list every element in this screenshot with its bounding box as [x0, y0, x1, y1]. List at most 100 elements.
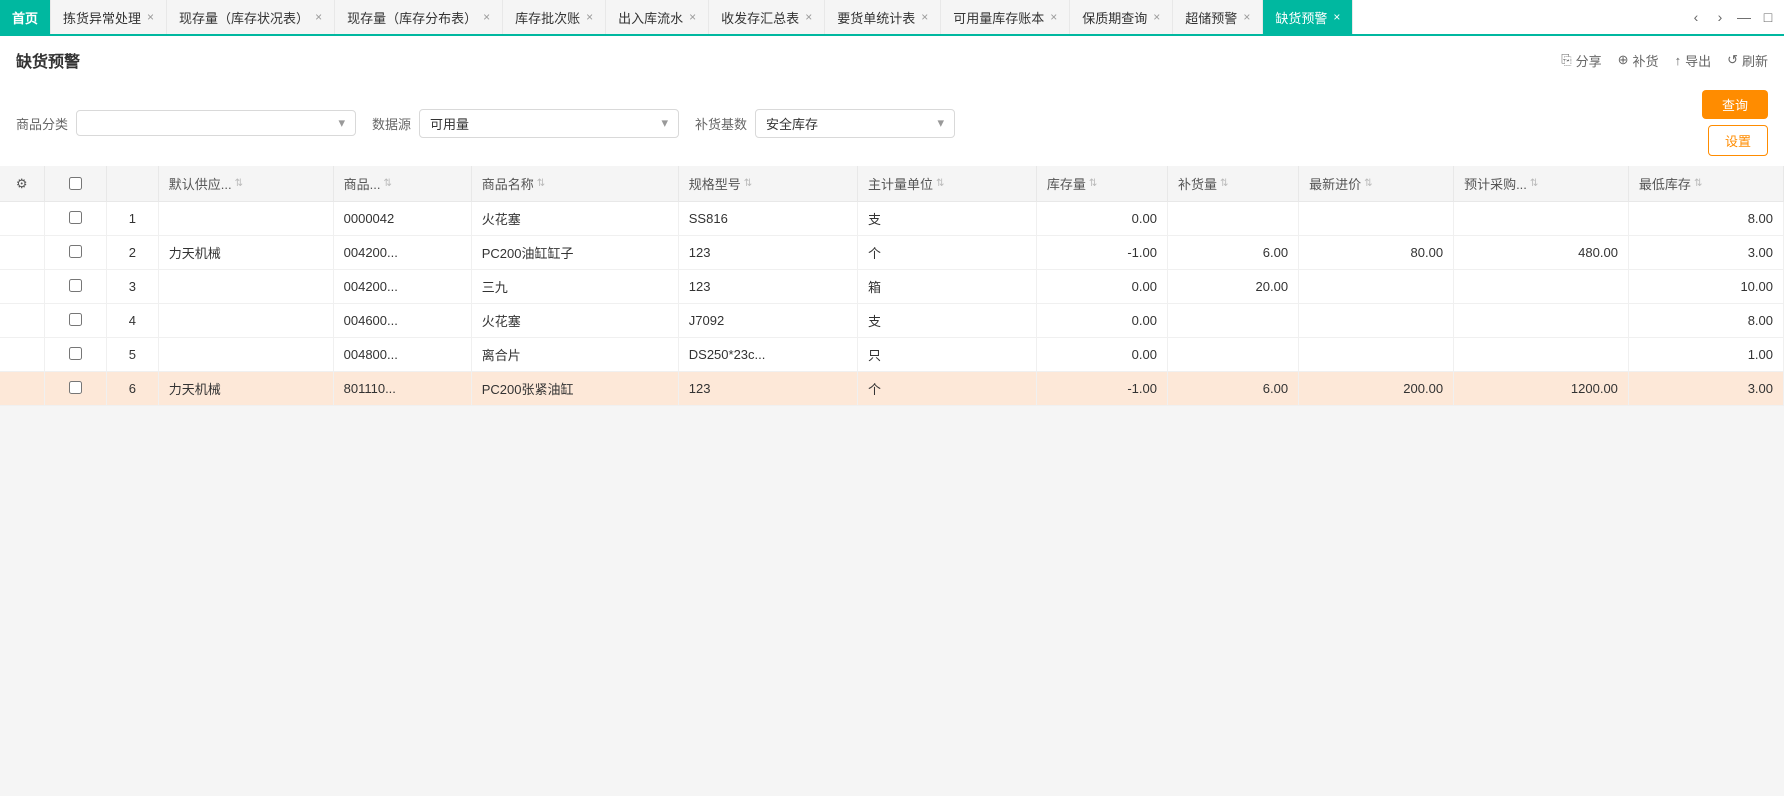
- cell-checkbox-4[interactable]: [44, 338, 106, 372]
- cell-min-stock-1: 3.00: [1628, 236, 1783, 270]
- tab-defect-handling[interactable]: 拣货异常处理 ×: [51, 0, 167, 35]
- tab-available-ledger-close[interactable]: ×: [1050, 10, 1057, 24]
- replenish-icon: ⊕: [1618, 52, 1629, 68]
- tab-home[interactable]: 首页: [0, 0, 51, 35]
- tab-batch-account[interactable]: 库存批次账 ×: [503, 0, 606, 35]
- tab-inout-flow-close[interactable]: ×: [689, 10, 696, 24]
- tab-shortage-warning[interactable]: 缺货预警 ×: [1263, 0, 1353, 35]
- th-min-stock-label: 最低库存: [1639, 174, 1691, 193]
- th-product-name[interactable]: 商品名称 ⇅: [471, 166, 678, 202]
- cell-seq-5: 6: [106, 372, 158, 406]
- gear-icon: ⚙: [16, 176, 28, 192]
- tab-inventory-dist-label: 现存量（库存分布表）: [347, 8, 477, 27]
- tab-shortage-warning-label: 缺货预警: [1275, 8, 1327, 27]
- cell-min-stock-2: 10.00: [1628, 270, 1783, 304]
- tab-demand-stats[interactable]: 要货单统计表 ×: [825, 0, 941, 35]
- th-est-purchase[interactable]: 预计采购... ⇅: [1454, 166, 1629, 202]
- cell-replenish-qty-5: 6.00: [1167, 372, 1298, 406]
- category-chevron-icon: ▾: [338, 115, 345, 131]
- th-stock-qty[interactable]: 库存量 ⇅: [1036, 166, 1167, 202]
- tab-overstock-warning-close[interactable]: ×: [1243, 10, 1250, 24]
- refresh-button[interactable]: ↺ 刷新: [1727, 51, 1768, 70]
- tab-expiry-query[interactable]: 保质期查询 ×: [1070, 0, 1173, 35]
- category-select[interactable]: ▾: [76, 110, 356, 136]
- th-unit-label: 主计量单位: [868, 174, 933, 193]
- row-checkbox-0[interactable]: [69, 211, 82, 224]
- cell-checkbox-5[interactable]: [44, 372, 106, 406]
- sort-icon-product-code: ⇅: [383, 178, 391, 189]
- th-checkbox: [44, 166, 106, 202]
- table-row: 6 力天机械 801110... PC200张紧油缸 123 个 -1.00 6…: [0, 372, 1784, 406]
- select-all-checkbox[interactable]: [69, 177, 82, 190]
- replenish-button[interactable]: ⊕ 补货: [1618, 51, 1659, 70]
- tab-next-icon: ›: [1718, 9, 1723, 25]
- cell-checkbox-1[interactable]: [44, 236, 106, 270]
- th-gear[interactable]: ⚙: [0, 166, 44, 202]
- cell-gear-0[interactable]: [0, 202, 44, 236]
- cell-min-stock-3: 8.00: [1628, 304, 1783, 338]
- tab-prev-button[interactable]: ‹: [1684, 5, 1708, 29]
- cell-product-code-0: 0000042: [333, 202, 471, 236]
- row-checkbox-4[interactable]: [69, 347, 82, 360]
- cell-replenish-qty-1: 6.00: [1167, 236, 1298, 270]
- cell-gear-5[interactable]: [0, 372, 44, 406]
- replenish-basis-select[interactable]: 安全库存 ▾: [755, 109, 955, 138]
- cell-gear-1[interactable]: [0, 236, 44, 270]
- cell-est-purchase-1: 480.00: [1454, 236, 1629, 270]
- tab-inventory-dist-close[interactable]: ×: [483, 10, 490, 24]
- datasource-filter-label: 数据源: [372, 114, 411, 133]
- tab-demand-stats-close[interactable]: ×: [921, 10, 928, 24]
- tab-shortage-warning-close[interactable]: ×: [1333, 10, 1340, 24]
- sort-icon-latest-price: ⇅: [1364, 178, 1372, 189]
- cell-product-name-2: 三九: [471, 270, 678, 304]
- row-checkbox-5[interactable]: [69, 381, 82, 394]
- tab-collect-store-close[interactable]: ×: [805, 10, 812, 24]
- export-button[interactable]: ↑ 导出: [1675, 51, 1712, 70]
- query-button[interactable]: 查询: [1702, 90, 1768, 119]
- tab-inout-flow[interactable]: 出入库流水 ×: [606, 0, 709, 35]
- row-checkbox-3[interactable]: [69, 313, 82, 326]
- th-latest-price-label: 最新进价: [1309, 174, 1361, 193]
- tab-minimize-button[interactable]: —: [1732, 5, 1756, 29]
- tab-available-ledger-label: 可用量库存账本: [953, 8, 1044, 27]
- tab-inventory-dist[interactable]: 现存量（库存分布表） ×: [335, 0, 503, 35]
- row-checkbox-2[interactable]: [69, 279, 82, 292]
- cell-checkbox-0[interactable]: [44, 202, 106, 236]
- tab-inventory-status[interactable]: 现存量（库存状况表） ×: [167, 0, 335, 35]
- category-filter-group: 商品分类 ▾: [16, 110, 356, 136]
- filter-bar: 商品分类 ▾ 数据源 可用量 ▾ 补货基数 安全库存 ▾ 查询 设置: [0, 80, 1784, 166]
- cell-checkbox-2[interactable]: [44, 270, 106, 304]
- share-button[interactable]: ⎘ 分享: [1561, 51, 1601, 70]
- sort-icon-min-stock: ⇅: [1694, 178, 1702, 189]
- tab-expiry-query-close[interactable]: ×: [1153, 10, 1160, 24]
- cell-unit-4: 只: [858, 338, 1037, 372]
- cell-latest-price-5: 200.00: [1299, 372, 1454, 406]
- th-min-stock[interactable]: 最低库存 ⇅: [1628, 166, 1783, 202]
- settings-button[interactable]: 设置: [1708, 125, 1768, 156]
- th-unit[interactable]: 主计量单位 ⇅: [858, 166, 1037, 202]
- cell-gear-4[interactable]: [0, 338, 44, 372]
- tab-next-button[interactable]: ›: [1708, 5, 1732, 29]
- tab-collect-store[interactable]: 收发存汇总表 ×: [709, 0, 825, 35]
- cell-est-purchase-5: 1200.00: [1454, 372, 1629, 406]
- tab-overstock-warning-label: 超储预警: [1185, 8, 1237, 27]
- th-spec-model[interactable]: 规格型号 ⇅: [678, 166, 857, 202]
- tab-maximize-button[interactable]: □: [1756, 5, 1780, 29]
- th-default-supplier[interactable]: 默认供应... ⇅: [158, 166, 333, 202]
- row-checkbox-1[interactable]: [69, 245, 82, 258]
- table-row: 2 力天机械 004200... PC200油缸缸子 123 个 -1.00 6…: [0, 236, 1784, 270]
- th-product-code[interactable]: 商品... ⇅: [333, 166, 471, 202]
- cell-checkbox-3[interactable]: [44, 304, 106, 338]
- tab-available-ledger[interactable]: 可用量库存账本 ×: [941, 0, 1070, 35]
- cell-seq-4: 5: [106, 338, 158, 372]
- th-replenish-qty[interactable]: 补货量 ⇅: [1167, 166, 1298, 202]
- cell-gear-3[interactable]: [0, 304, 44, 338]
- th-latest-price[interactable]: 最新进价 ⇅: [1299, 166, 1454, 202]
- datasource-select[interactable]: 可用量 ▾: [419, 109, 679, 138]
- cell-gear-2[interactable]: [0, 270, 44, 304]
- tab-overstock-warning[interactable]: 超储预警 ×: [1173, 0, 1263, 35]
- tab-inventory-status-close[interactable]: ×: [315, 10, 322, 24]
- table-row: 1 0000042 火花塞 SS816 支 0.00 8.00: [0, 202, 1784, 236]
- tab-defect-handling-close[interactable]: ×: [147, 10, 154, 24]
- tab-batch-account-close[interactable]: ×: [586, 10, 593, 24]
